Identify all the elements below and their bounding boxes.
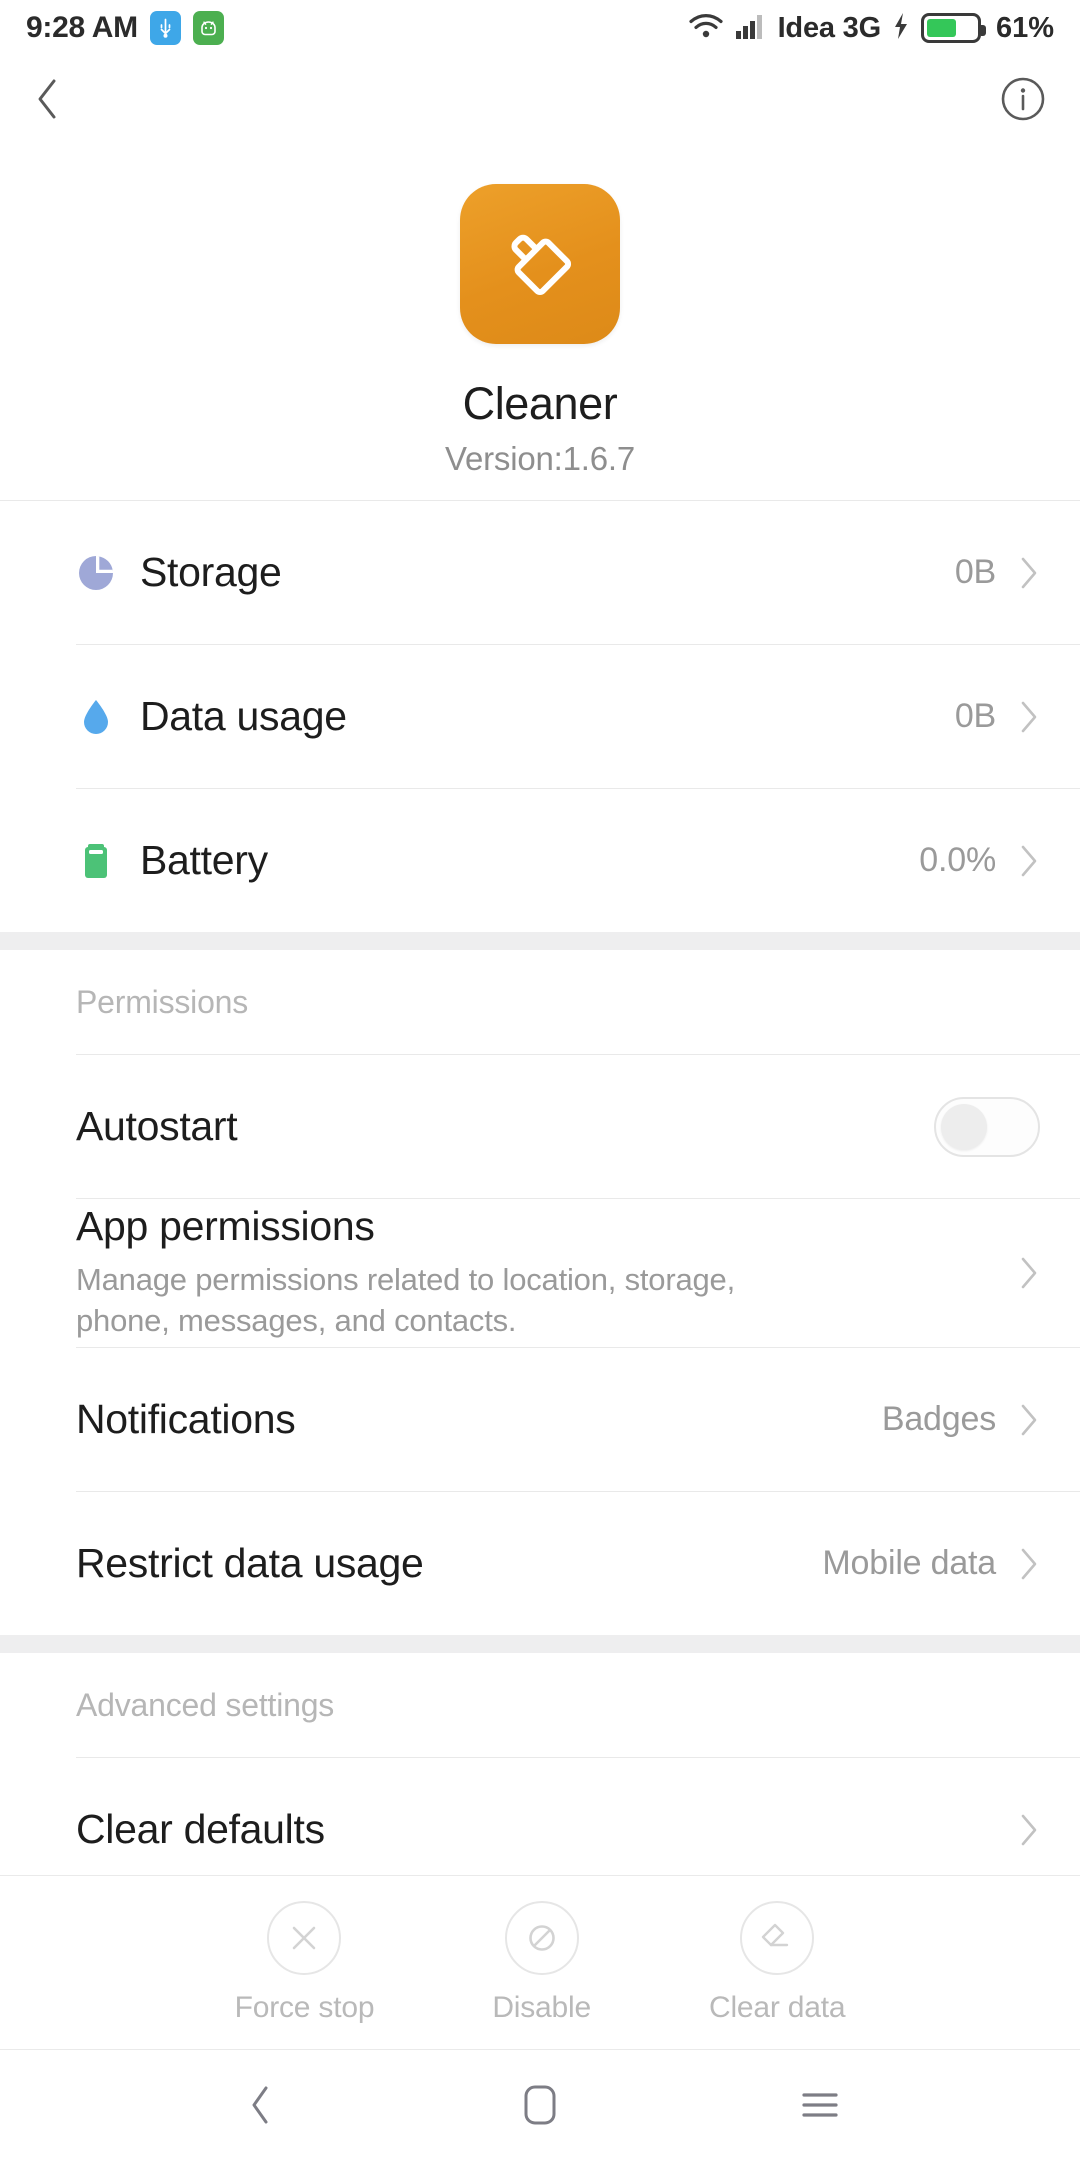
battery-icon	[920, 13, 986, 43]
section-divider	[0, 1635, 1080, 1653]
chevron-right-icon	[1018, 1813, 1040, 1847]
nav-back-button[interactable]	[200, 2050, 320, 2160]
battery-icon	[76, 841, 120, 881]
row-notifications[interactable]: Notifications Badges	[0, 1348, 1080, 1491]
autostart-toggle[interactable]	[934, 1096, 1040, 1157]
action-label: Disable	[492, 1990, 591, 2024]
app-info-screen: 9:28 AM Idea 3G 61% Cleaner Version:1.6.…	[0, 0, 1080, 2160]
row-label-wrap: Data usage	[140, 692, 955, 740]
chevron-right-icon	[1018, 1403, 1040, 1437]
row-value: 0B	[954, 553, 996, 591]
app-action-bar: Force stop Disable Clear data	[0, 1875, 1080, 2050]
battery-percent-label: 61%	[995, 11, 1054, 44]
row-label: Clear defaults	[76, 1805, 325, 1852]
row-value: 0.0%	[919, 841, 996, 879]
toggle-knob	[941, 1103, 987, 1150]
water-drop-icon	[76, 697, 120, 737]
row-value: Mobile data	[822, 1544, 996, 1582]
row-label: App permissions	[76, 1203, 375, 1250]
row-label: Notifications	[76, 1395, 296, 1442]
back-chevron-icon[interactable]	[34, 77, 60, 121]
row-label-wrap: Battery	[140, 836, 919, 884]
row-label-wrap: Storage	[140, 548, 955, 596]
row-label: Battery	[140, 836, 268, 883]
row-label-wrap: App permissions Manage permissions relat…	[76, 1203, 1018, 1342]
paintbrush-icon	[460, 184, 620, 344]
row-clear-defaults[interactable]: Clear defaults	[0, 1758, 1080, 1878]
chevron-right-icon	[1018, 700, 1040, 734]
app-version: Version:1.6.7	[444, 440, 636, 477]
wifi-icon	[688, 12, 724, 45]
row-label: Storage	[140, 548, 282, 595]
row-battery[interactable]: Battery 0.0%	[0, 789, 1080, 932]
row-label: Data usage	[140, 692, 347, 739]
chevron-right-icon	[1018, 556, 1040, 590]
cellular-signal-icon	[735, 12, 767, 45]
charging-bolt-icon	[892, 12, 910, 45]
row-storage[interactable]: Storage 0B	[0, 501, 1080, 644]
block-slash-icon	[504, 1900, 579, 1975]
eraser-icon	[740, 1900, 815, 1975]
action-label: Clear data	[708, 1990, 846, 2024]
row-restrict-data-usage[interactable]: Restrict data usage Mobile data	[0, 1492, 1080, 1635]
section-divider	[0, 932, 1080, 950]
clear-data-button[interactable]: Clear data	[708, 1900, 846, 2025]
carrier-label: Idea 3G	[777, 11, 882, 44]
app-name: Cleaner	[462, 378, 618, 429]
row-description: Manage permissions related to location, …	[76, 1261, 735, 1339]
row-label-wrap: Autostart	[76, 1102, 934, 1150]
permissions-section-header: Permissions	[0, 950, 1080, 1054]
row-label-wrap: Notifications	[76, 1395, 882, 1443]
settings-list[interactable]: Storage 0B Data usage 0B Battery 0.0% Pe…	[0, 500, 1080, 1878]
status-bar-left: 9:28 AM	[26, 11, 224, 45]
close-x-icon	[267, 1900, 342, 1975]
row-value: Badges	[881, 1400, 996, 1438]
row-label: Autostart	[76, 1102, 238, 1149]
force-stop-button[interactable]: Force stop	[234, 1900, 375, 2025]
info-circle-icon[interactable]	[1000, 76, 1046, 122]
status-bar-clock: 9:28 AM	[26, 11, 138, 44]
action-label: Force stop	[234, 1990, 375, 2024]
row-label-wrap: Clear defaults	[76, 1805, 1018, 1853]
nav-home-button[interactable]	[480, 2050, 600, 2160]
row-app-permissions[interactable]: App permissions Manage permissions relat…	[0, 1199, 1080, 1347]
app-header: Cleaner Version:1.6.7	[0, 142, 1080, 478]
permissions-section: Permissions Autostart App permissions Ma…	[0, 950, 1080, 1635]
android-robot-icon	[192, 11, 224, 45]
advanced-settings-header: Advanced settings	[0, 1653, 1080, 1757]
nav-recents-button[interactable]	[760, 2050, 880, 2160]
row-data-usage[interactable]: Data usage 0B	[0, 645, 1080, 788]
disable-button[interactable]: Disable	[492, 1900, 591, 2025]
status-bar: 9:28 AM Idea 3G 61%	[0, 0, 1080, 56]
status-bar-right: Idea 3G 61%	[688, 12, 1054, 45]
top-app-bar	[0, 56, 1080, 142]
chevron-right-icon	[1018, 844, 1040, 878]
pie-chart-icon	[76, 553, 120, 593]
system-navigation-bar	[0, 2050, 1080, 2160]
chevron-right-icon	[1018, 1547, 1040, 1581]
usb-icon	[149, 11, 181, 45]
row-autostart[interactable]: Autostart	[0, 1055, 1080, 1198]
row-value: 0B	[954, 697, 996, 735]
advanced-settings-section: Advanced settings Clear defaults	[0, 1653, 1080, 1878]
row-label-wrap: Restrict data usage	[76, 1539, 822, 1587]
chevron-right-icon	[1018, 1256, 1040, 1290]
row-label: Restrict data usage	[76, 1539, 424, 1586]
usage-section: Storage 0B Data usage 0B Battery 0.0%	[0, 500, 1080, 932]
